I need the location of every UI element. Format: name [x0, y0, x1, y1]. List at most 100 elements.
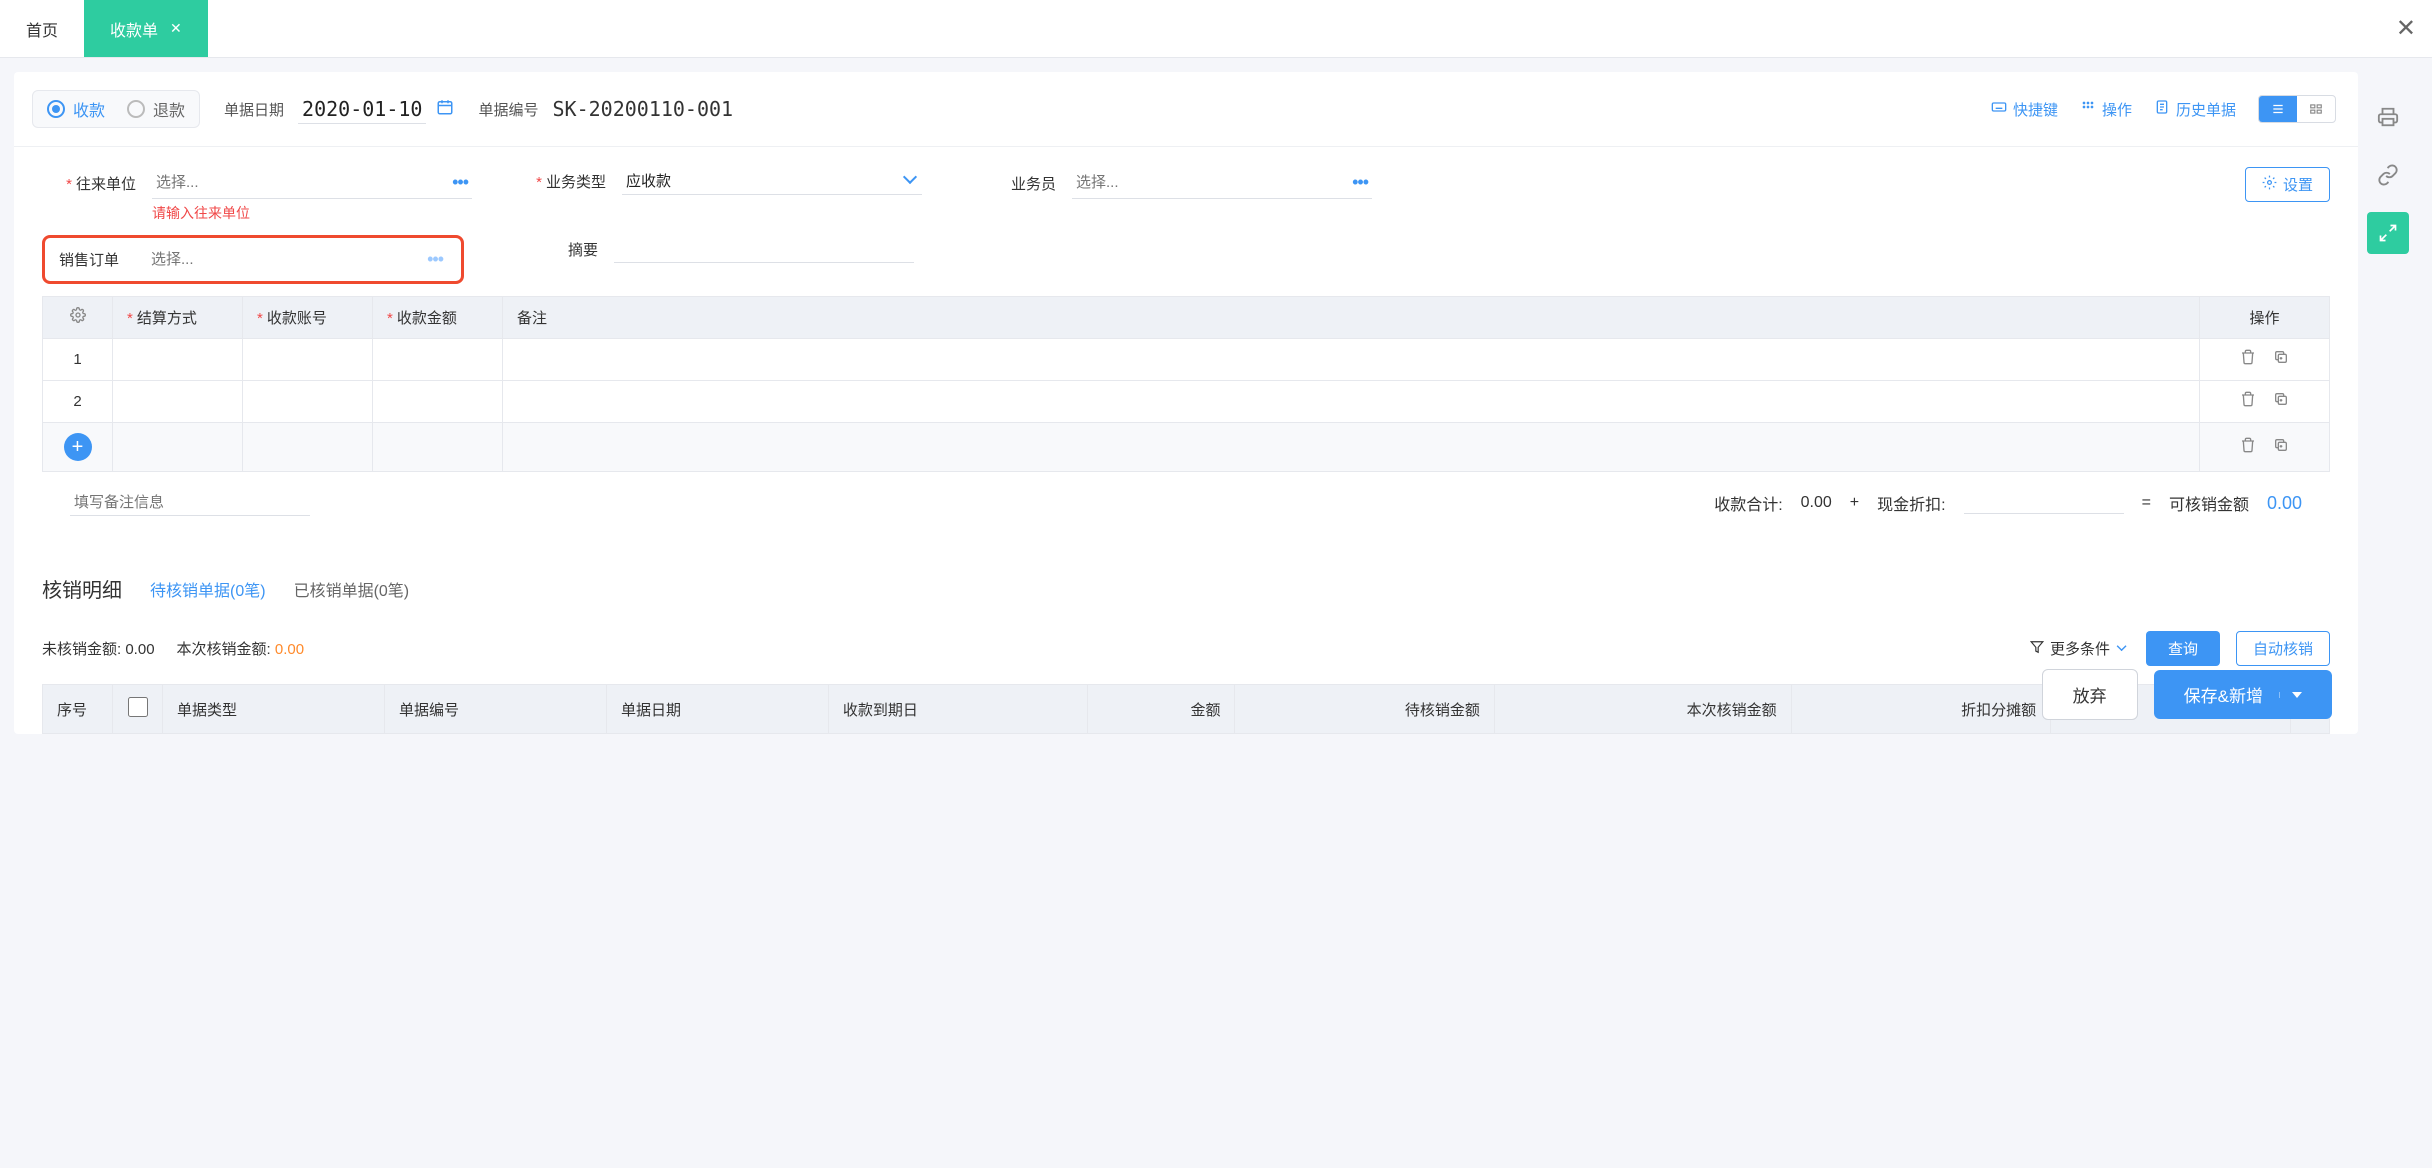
radio-refund[interactable]: 退款	[127, 97, 185, 121]
side-rail	[2358, 72, 2418, 734]
select-all-checkbox[interactable]	[128, 697, 148, 717]
col-seq: 序号	[43, 685, 113, 734]
table-row[interactable]: 1	[43, 339, 2330, 381]
delete-icon[interactable]	[2240, 438, 2256, 457]
summary-row: 收款合计: 0.00 + 现金折扣: = 可核销金额 0.00	[42, 472, 2330, 534]
cancel-button[interactable]: 放弃	[2042, 669, 2138, 720]
view-toggle	[2258, 95, 2336, 123]
more-icon[interactable]: •••	[452, 172, 468, 193]
subtab-done[interactable]: 已核销单据(0笔)	[294, 577, 410, 601]
delete-icon[interactable]	[2240, 350, 2256, 369]
total-value: 0.00	[1801, 494, 1832, 512]
delete-icon[interactable]	[2240, 392, 2256, 411]
col-date: 单据日期	[606, 685, 828, 734]
copy-icon[interactable]	[2273, 392, 2289, 411]
party-input[interactable]	[156, 174, 452, 191]
subtab-pending[interactable]: 待核销单据(0笔)	[150, 577, 266, 601]
detail-toolbar: 未核销金额: 0.00 本次核销金额: 0.00 更多条件 查询 自动核销	[14, 613, 2358, 684]
operator-label: 业务员	[962, 173, 1056, 194]
chevron-down-icon[interactable]	[905, 174, 918, 188]
tab-receipt-label: 收款单	[110, 17, 158, 41]
abstract-input[interactable]	[618, 240, 910, 257]
keyboard-icon	[1991, 99, 2007, 120]
party-error: 请输入往来单位	[152, 203, 472, 223]
plus-icon: +	[1850, 494, 1859, 512]
expand-icon[interactable]	[2367, 212, 2409, 254]
col-type: 单据类型	[163, 685, 385, 734]
operator-select[interactable]: •••	[1072, 167, 1372, 199]
main-panel: 收款 退款 单据日期 2020-01-10 单据编号 SK-20200110-0…	[14, 72, 2358, 734]
print-icon[interactable]	[2367, 96, 2409, 138]
abstract-input-wrap[interactable]	[614, 235, 914, 263]
biztype-select[interactable]	[622, 167, 922, 195]
doc-date-input[interactable]: 2020-01-10	[298, 95, 426, 124]
detail-title: 核销明细	[42, 574, 122, 603]
total-label: 收款合计:	[1714, 491, 1782, 515]
col-no: 单据编号	[384, 685, 606, 734]
grid-icon	[2080, 99, 2096, 120]
col-method: 结算方式	[127, 310, 197, 327]
query-button[interactable]: 查询	[2146, 631, 2220, 666]
detail-header: 核销明细 待核销单据(0笔) 已核销单据(0笔)	[14, 548, 2358, 613]
save-dropdown-icon[interactable]	[2279, 692, 2302, 698]
unwritten-label: 未核销金额:	[42, 641, 121, 658]
doc-no-label: 单据编号	[478, 99, 538, 120]
link-icon[interactable]	[2367, 154, 2409, 196]
discount-input[interactable]	[1964, 492, 2124, 514]
col-discount: 折扣分摊额	[1791, 685, 2050, 734]
party-select[interactable]: •••	[152, 167, 472, 199]
chevron-down-icon	[2118, 644, 2128, 654]
receipt-type-radio-group: 收款 退款	[32, 90, 200, 128]
form-area: 往来单位 ••• 请输入往来单位 业务类型	[14, 147, 2358, 548]
more-filter-button[interactable]: 更多条件	[2030, 638, 2130, 659]
col-pending: 待核销金额	[1235, 685, 1494, 734]
doc-date-label: 单据日期	[224, 99, 284, 120]
close-all-icon[interactable]: ✕	[2396, 14, 2416, 43]
shortcut-button[interactable]: 快捷键	[1991, 99, 2058, 120]
col-remark: 备注	[503, 297, 2200, 339]
radio-receipt[interactable]: 收款	[47, 97, 105, 121]
party-label: 往来单位	[42, 173, 136, 194]
col-due: 收款到期日	[828, 685, 1087, 734]
copy-icon[interactable]	[2273, 438, 2289, 457]
copy-icon[interactable]	[2273, 350, 2289, 369]
detail-table: 序号 单据类型 单据编号 单据日期 收款到期日 金额 待核销金额 本次核销金额 …	[42, 684, 2330, 734]
gear-icon	[2262, 175, 2277, 194]
more-icon[interactable]: •••	[427, 249, 443, 270]
table-row[interactable]: 2	[43, 381, 2330, 423]
receipt-grid: 结算方式 收款账号 收款金额 备注 操作 1	[42, 296, 2330, 472]
calendar-icon[interactable]	[436, 98, 454, 121]
filter-icon	[2030, 640, 2044, 658]
save-button[interactable]: 保存&新增	[2154, 670, 2332, 719]
col-op: 操作	[2200, 297, 2330, 339]
view-list-button[interactable]	[2259, 96, 2297, 122]
this-label: 本次核销金额:	[177, 641, 271, 658]
sales-order-highlight: 销售订单 •••	[42, 235, 464, 284]
writeoff-label: 可核销金额	[2169, 491, 2249, 515]
sales-order-select[interactable]: •••	[147, 244, 447, 275]
equals-icon: =	[2142, 494, 2151, 512]
view-card-button[interactable]	[2297, 96, 2335, 122]
remark-input[interactable]	[70, 490, 310, 516]
settings-button[interactable]: 设置	[2245, 167, 2330, 202]
sales-order-input[interactable]	[151, 251, 427, 268]
biztype-input[interactable]	[626, 172, 905, 189]
table-footer-row: +	[43, 423, 2330, 472]
this-value: 0.00	[275, 641, 304, 658]
operate-button[interactable]: 操作	[2080, 99, 2132, 120]
bottom-bar: 放弃 保存&新增	[2042, 669, 2332, 720]
close-icon[interactable]: ✕	[170, 20, 182, 37]
biztype-label: 业务类型	[512, 171, 606, 192]
operator-input[interactable]	[1076, 174, 1352, 191]
add-row-button[interactable]: +	[64, 433, 92, 461]
auto-writeoff-button[interactable]: 自动核销	[2236, 631, 2330, 666]
writeoff-value: 0.00	[2267, 493, 2302, 514]
discount-label: 现金折扣:	[1877, 491, 1945, 515]
sales-order-label: 销售订单	[59, 249, 139, 270]
col-this: 本次核销金额	[1494, 685, 1791, 734]
tab-home[interactable]: 首页	[0, 0, 84, 57]
gear-icon[interactable]	[70, 308, 86, 327]
more-icon[interactable]: •••	[1352, 172, 1368, 193]
history-button[interactable]: 历史单据	[2154, 99, 2236, 120]
tab-receipt[interactable]: 收款单 ✕	[84, 0, 208, 57]
